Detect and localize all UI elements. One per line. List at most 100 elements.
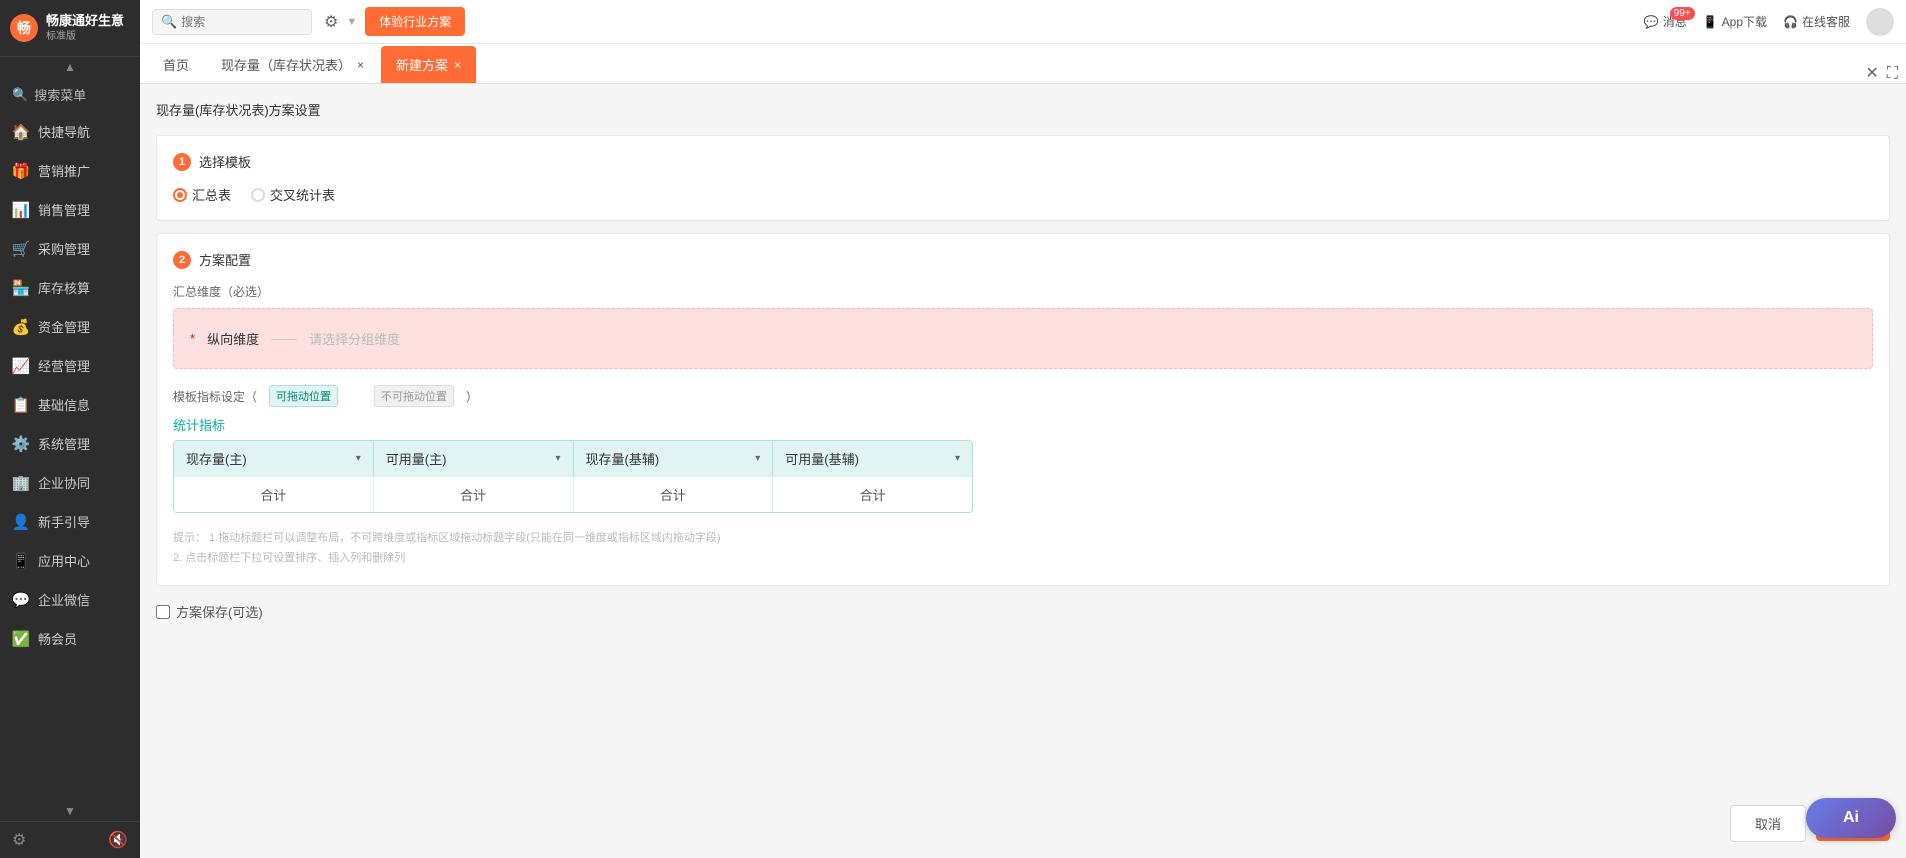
save-checkbox[interactable]: [156, 605, 170, 619]
content-area: 现存量(库存状况表)方案设置 1 选择模板 汇总表 交叉统计表 2: [140, 84, 1906, 858]
topbar-dropdown-arrow[interactable]: ▼: [346, 16, 357, 28]
sidebar-item-member[interactable]: ✅ 畅会员: [0, 619, 140, 658]
tab-new-scheme[interactable]: 新建方案 ×: [381, 46, 476, 83]
system-icon: ⚙️: [12, 435, 30, 453]
radio-summary-dot: [173, 188, 187, 202]
stats-cell-0: 合计: [174, 477, 374, 512]
tab-home[interactable]: 首页: [148, 46, 204, 83]
enterprise-icon: 🏢: [12, 474, 30, 492]
sidebar-nav: 🔍 搜索菜单 🏠 快捷导航 🎁 营销推广 📊 销售管理 🛒 采购管理 🏪 库存核…: [0, 77, 140, 801]
sidebar-item-quick-nav[interactable]: 🏠 快捷导航: [0, 112, 140, 151]
sidebar-item-label: 应用中心: [38, 551, 90, 570]
scroll-up-arrow[interactable]: ▲: [0, 57, 140, 77]
col-0-chevron[interactable]: ▾: [356, 453, 361, 464]
message-btn[interactable]: 💬 消息 99+: [1644, 13, 1687, 30]
tab-inventory-label: 现存量（库存状况表）: [221, 55, 351, 74]
sidebar-item-wechat[interactable]: 💬 企业微信: [0, 580, 140, 619]
radio-summary-label: 汇总表: [192, 185, 231, 204]
sidebar-item-operations[interactable]: 📈 经营管理: [0, 346, 140, 385]
operations-icon: 📈: [12, 357, 30, 375]
user-avatar[interactable]: [1866, 8, 1894, 36]
tab-inventory-status[interactable]: 现存量（库存状况表） ×: [206, 46, 379, 83]
sidebar-item-enterprise[interactable]: 🏢 企业协同: [0, 463, 140, 502]
app-center-icon: 📱: [12, 552, 30, 570]
summary-dim-label: 汇总维度（必选）: [173, 283, 1873, 300]
col-1-chevron[interactable]: ▾: [555, 453, 560, 464]
vertical-dim-area[interactable]: * 纵向维度 —— 请选择分组维度: [173, 308, 1873, 369]
indicator-close-paren: ）: [466, 388, 478, 405]
save-option: 方案保存(可选): [156, 602, 1890, 621]
sidebar-item-inventory[interactable]: 🏪 库存核算: [0, 268, 140, 307]
logo-icon: 畅: [10, 14, 38, 42]
indicator-section: 模板指标设定（ 可拖动位置 不可拖动位置 ） 统计指标 现存量(主) ▾ 可: [173, 385, 1873, 565]
stats-cell-3: 合计: [773, 477, 972, 512]
dim-separator: ——: [271, 331, 297, 346]
search-icon: 🔍: [12, 87, 28, 103]
topbar-search-box[interactable]: 🔍: [152, 9, 312, 35]
sidebar-item-label: 基础信息: [38, 395, 90, 414]
sidebar-item-app-center[interactable]: 📱 应用中心: [0, 541, 140, 580]
sidebar-search[interactable]: 🔍 搜索菜单: [0, 77, 140, 112]
tab-expand-icon[interactable]: ⛶: [1887, 65, 1898, 83]
col-2-chevron[interactable]: ▾: [755, 453, 760, 464]
sidebar-item-basic-info[interactable]: 📋 基础信息: [0, 385, 140, 424]
sidebar-item-label: 经营管理: [38, 356, 90, 375]
basic-info-icon: 📋: [12, 396, 30, 414]
sidebar-logo-text: 畅康通好生意 标准版: [46, 12, 124, 44]
app-download-btn[interactable]: 📱 App下载: [1703, 13, 1767, 30]
tab-new-scheme-close-icon[interactable]: ×: [454, 59, 461, 71]
tab-close-window-icon[interactable]: ✕: [1865, 63, 1878, 83]
sidebar-footer: ⚙ 🔇: [0, 821, 140, 858]
settings-icon[interactable]: ⚙: [12, 830, 26, 850]
step1-section: 1 选择模板 汇总表 交叉统计表: [156, 135, 1890, 221]
indicator-separator: [350, 388, 362, 405]
stats-col-2[interactable]: 现存量(基辅) ▾: [574, 441, 774, 476]
step1-header: 1 选择模板: [173, 152, 1873, 171]
sidebar-item-system[interactable]: ⚙️ 系统管理: [0, 424, 140, 463]
sidebar-item-label: 采购管理: [38, 239, 90, 258]
stats-col-3[interactable]: 可用量(基辅) ▾: [773, 441, 972, 476]
tabs-bar: 首页 现存量（库存状况表） × 新建方案 × ✕ ⛶: [140, 44, 1906, 84]
draggable-badge: 可拖动位置: [269, 385, 338, 407]
sidebar-item-label: 企业协同: [38, 473, 90, 492]
ai-float-button[interactable]: Ai: [1806, 798, 1896, 838]
phone-icon: 📱: [1703, 15, 1718, 29]
marketing-icon: 🎁: [12, 162, 30, 180]
sidebar-item-newbie[interactable]: 👤 新手引导: [0, 502, 140, 541]
sidebar-item-finance[interactable]: 💰 资金管理: [0, 307, 140, 346]
inventory-icon: 🏪: [12, 279, 30, 297]
non-draggable-badge: 不可拖动位置: [374, 385, 454, 407]
template-radio-group: 汇总表 交叉统计表: [173, 185, 1873, 204]
stats-col-0[interactable]: 现存量(主) ▾: [174, 441, 374, 476]
radio-cross[interactable]: 交叉统计表: [251, 185, 335, 204]
sound-icon[interactable]: 🔇: [108, 830, 128, 850]
cancel-button[interactable]: 取消: [1730, 805, 1806, 842]
sidebar-item-label: 企业微信: [38, 590, 90, 609]
scroll-down-arrow[interactable]: ▼: [0, 801, 140, 821]
vertical-dim-label: 纵向维度: [207, 329, 259, 348]
sidebar-item-marketing[interactable]: 🎁 营销推广: [0, 151, 140, 190]
col-3-chevron[interactable]: ▾: [955, 453, 960, 464]
dim-placeholder: 请选择分组维度: [309, 329, 400, 348]
trial-btn[interactable]: 体验行业方案: [365, 7, 465, 36]
wechat-icon: 💬: [12, 591, 30, 609]
topbar-search-icon: 🔍: [161, 14, 177, 30]
stats-col-1[interactable]: 可用量(主) ▾: [374, 441, 574, 476]
radio-summary[interactable]: 汇总表: [173, 185, 231, 204]
stats-title: 统计指标: [173, 415, 1873, 434]
topbar-search-input[interactable]: [181, 15, 281, 29]
topbar-gear-icon[interactable]: ⚙: [324, 12, 338, 32]
stats-col-1-label: 可用量(主): [386, 449, 447, 468]
sidebar-item-sales[interactable]: 📊 销售管理: [0, 190, 140, 229]
sidebar-item-purchase[interactable]: 🛒 采购管理: [0, 229, 140, 268]
step2-label: 方案配置: [199, 250, 251, 269]
ai-label: Ai: [1843, 809, 1859, 827]
stats-col-2-label: 现存量(基辅): [586, 449, 660, 468]
tab-home-label: 首页: [163, 55, 189, 74]
stats-cell-1: 合计: [374, 477, 574, 512]
app-name-sub: 标准版: [46, 30, 124, 44]
stats-table-row: 合计 合计 合计 合计: [174, 476, 972, 512]
tab-inventory-close-icon[interactable]: ×: [357, 59, 364, 71]
purchase-icon: 🛒: [12, 240, 30, 258]
online-service-btn[interactable]: 🎧 在线客服: [1783, 13, 1850, 30]
